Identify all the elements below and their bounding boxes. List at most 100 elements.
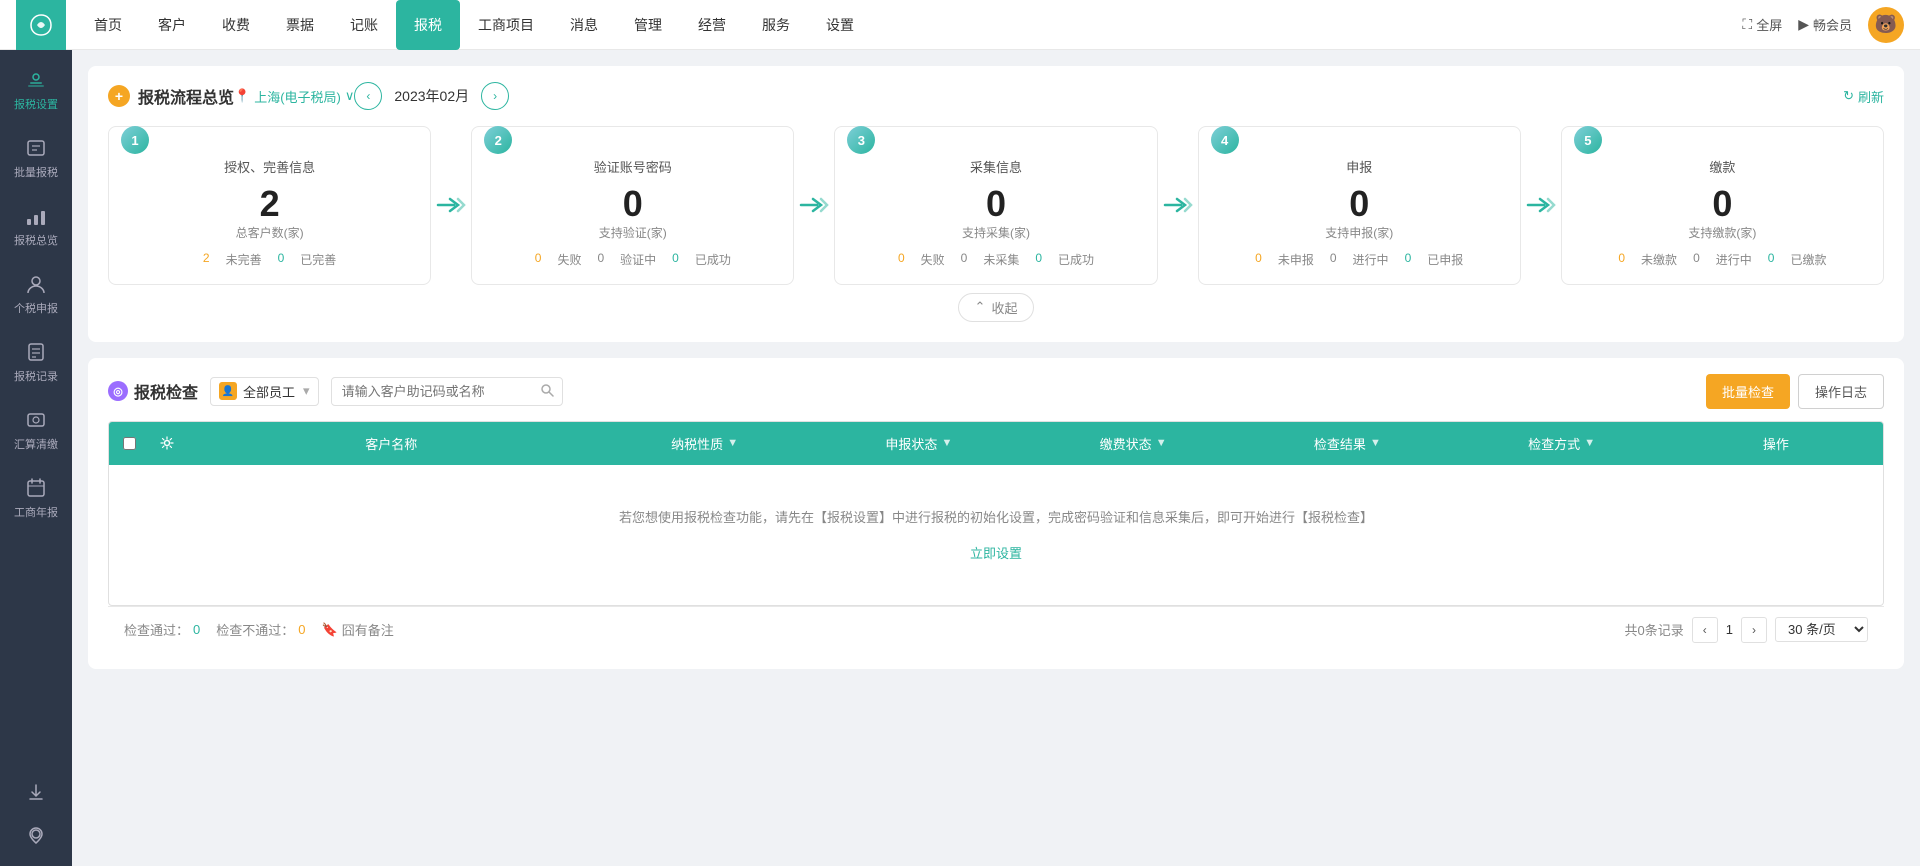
- summary-plus-icon: +: [108, 85, 130, 107]
- member-btn[interactable]: ▶ 畅会员: [1798, 15, 1852, 34]
- th-result-filter[interactable]: ▼: [1370, 437, 1381, 449]
- sidebar-item-settlement[interactable]: 汇算清缴: [0, 398, 72, 462]
- step-3-stats: 0 失败 0 未采集 0 已成功: [851, 251, 1140, 268]
- step-1-subtitle: 总客户数(家): [125, 224, 414, 241]
- nav-tax[interactable]: 报税: [396, 0, 460, 50]
- nav-message[interactable]: 消息: [552, 0, 616, 50]
- sidebar-download[interactable]: [0, 770, 72, 814]
- collapse-label: 收起: [991, 298, 1017, 317]
- footer-note: 🔖 囧有备注: [322, 620, 394, 639]
- nav-settings[interactable]: 设置: [808, 0, 872, 50]
- sidebar-item-batch-tax[interactable]: 批量报税: [0, 126, 72, 190]
- sidebar-item-annual-report[interactable]: 工商年报: [0, 466, 72, 530]
- next-page-btn[interactable]: ›: [1741, 617, 1767, 643]
- sidebar-item-personal-tax[interactable]: 个税申报: [0, 262, 72, 326]
- th-check-result[interactable]: 检查结果 ▼: [1240, 422, 1454, 465]
- fullscreen-btn[interactable]: ⛶ 全屏: [1742, 15, 1782, 34]
- th-declare-status[interactable]: 申报状态 ▼: [812, 422, 1026, 465]
- th-tax-nature-filter[interactable]: ▼: [727, 437, 738, 449]
- step-3-title: 采集信息: [851, 157, 1140, 176]
- collapse-btn[interactable]: ⌃ 收起: [958, 293, 1035, 322]
- prev-page-btn[interactable]: ‹: [1692, 617, 1718, 643]
- step-1-stat-fail[interactable]: 2: [203, 251, 210, 268]
- pass-value[interactable]: 0: [193, 622, 200, 637]
- app-logo[interactable]: [16, 0, 66, 50]
- top-navigation: 首页 客户 收费 票据 记账 报税 工商项目 消息 管理 经营 服务 设置 ⛶ …: [0, 0, 1920, 50]
- th-checkbox[interactable]: [109, 425, 149, 462]
- table-empty-message: 若您想使用报税检查功能，请先在【报税设置】中进行报税的初始化设置，完成密码验证和…: [109, 465, 1883, 605]
- sidebar-label-personal-tax: 个税申报: [14, 300, 58, 316]
- step-1-count: 2: [125, 184, 414, 224]
- step-4-stat-2[interactable]: 0: [1405, 251, 1412, 268]
- user-avatar[interactable]: 🐻: [1868, 7, 1904, 43]
- nav-operation[interactable]: 经营: [680, 0, 744, 50]
- next-month-btn[interactable]: ›: [481, 82, 509, 110]
- check-title-group: ◎ 报税检查: [108, 379, 198, 403]
- location-pin-icon: 📍: [234, 88, 250, 104]
- step-5-stat-0[interactable]: 0: [1618, 251, 1625, 268]
- th-pay-filter[interactable]: ▼: [1156, 437, 1167, 449]
- nav-fee[interactable]: 收费: [204, 0, 268, 50]
- nav-manage[interactable]: 管理: [616, 0, 680, 50]
- step-3-stat-0[interactable]: 0: [898, 251, 905, 268]
- select-all-checkbox[interactable]: [123, 437, 136, 450]
- sidebar-item-tax-settings[interactable]: 报税设置: [0, 58, 72, 122]
- step-3-stat-2[interactable]: 0: [1035, 251, 1042, 268]
- personal-tax-icon: [24, 272, 48, 296]
- th-check-method[interactable]: 检查方式 ▼: [1455, 422, 1669, 465]
- page-size-select[interactable]: 30 条/页 50 条/页 100 条/页: [1775, 617, 1868, 642]
- step-2-stat-1[interactable]: 0: [597, 251, 604, 268]
- location-icon: [24, 824, 48, 848]
- step-5-stat-2-label: 已缴款: [1790, 251, 1826, 268]
- th-method-filter[interactable]: ▼: [1584, 437, 1595, 449]
- sidebar-location[interactable]: [0, 814, 72, 858]
- footer-pagination: 共0条记录 ‹ 1 › 30 条/页 50 条/页 100 条/页: [1625, 617, 1868, 643]
- step-4-stat-1[interactable]: 0: [1330, 251, 1337, 268]
- step-4-count: 0: [1215, 184, 1504, 224]
- step-2-stat-2[interactable]: 0: [672, 251, 679, 268]
- step-2-stat-0[interactable]: 0: [535, 251, 542, 268]
- sidebar-item-tax-overview[interactable]: 报税总览: [0, 194, 72, 258]
- step-4-stat-0[interactable]: 0: [1255, 251, 1262, 268]
- step-4-stat-1-label: 进行中: [1353, 251, 1389, 268]
- operation-log-btn[interactable]: 操作日志: [1798, 374, 1884, 409]
- employee-filter-select[interactable]: 👤 全部员工 ▾: [210, 377, 319, 406]
- step-2-stat-2-label: 已成功: [695, 251, 731, 268]
- step-1-title: 授权、完善信息: [125, 157, 414, 176]
- step-1-stat-ok[interactable]: 0: [278, 251, 285, 268]
- step-2-stat-0-label: 失败: [557, 251, 581, 268]
- th-tax-nature[interactable]: 纳税性质 ▼: [598, 422, 812, 465]
- sidebar-item-tax-records[interactable]: 报税记录: [0, 330, 72, 394]
- sidebar-label-tax-overview: 报税总览: [14, 232, 58, 248]
- prev-month-btn[interactable]: ‹: [354, 82, 382, 110]
- sidebar-label-settlement: 汇算清缴: [14, 436, 58, 452]
- search-input[interactable]: [332, 379, 532, 404]
- th-gear[interactable]: [149, 423, 185, 463]
- fail-value[interactable]: 0: [298, 622, 305, 637]
- step-3-stat-1[interactable]: 0: [961, 251, 968, 268]
- step-5-title: 缴款: [1578, 157, 1867, 176]
- fullscreen-icon: ⛶: [1742, 16, 1752, 33]
- th-operation: 操作: [1669, 422, 1883, 465]
- tax-overview-icon: [24, 204, 48, 228]
- nav-business[interactable]: 工商项目: [460, 0, 552, 50]
- th-pay-status[interactable]: 缴费状态 ▼: [1026, 422, 1240, 465]
- step-5-stat-1[interactable]: 0: [1693, 251, 1700, 268]
- nav-invoice[interactable]: 票据: [268, 0, 332, 50]
- step-1-stat-ok-label: 已完善: [300, 251, 336, 268]
- step-5-subtitle: 支持缴款(家): [1578, 224, 1867, 241]
- nav-accounting[interactable]: 记账: [332, 0, 396, 50]
- step-5-num: 5: [1574, 126, 1602, 154]
- search-btn[interactable]: [532, 378, 562, 405]
- total-records: 共0条记录: [1625, 620, 1684, 639]
- nav-service[interactable]: 服务: [744, 0, 808, 50]
- setup-link[interactable]: 立即设置: [970, 546, 1022, 561]
- location-selector[interactable]: 📍 上海(电子税局) ∨: [234, 87, 354, 106]
- th-declare-filter[interactable]: ▼: [941, 437, 952, 449]
- refresh-btn[interactable]: ↻ 刷新: [1843, 87, 1884, 106]
- step-1-num: 1: [121, 126, 149, 154]
- batch-check-btn[interactable]: 批量检查: [1706, 374, 1790, 409]
- nav-client[interactable]: 客户: [140, 0, 204, 50]
- step-5-stat-2[interactable]: 0: [1768, 251, 1775, 268]
- nav-home[interactable]: 首页: [76, 0, 140, 50]
